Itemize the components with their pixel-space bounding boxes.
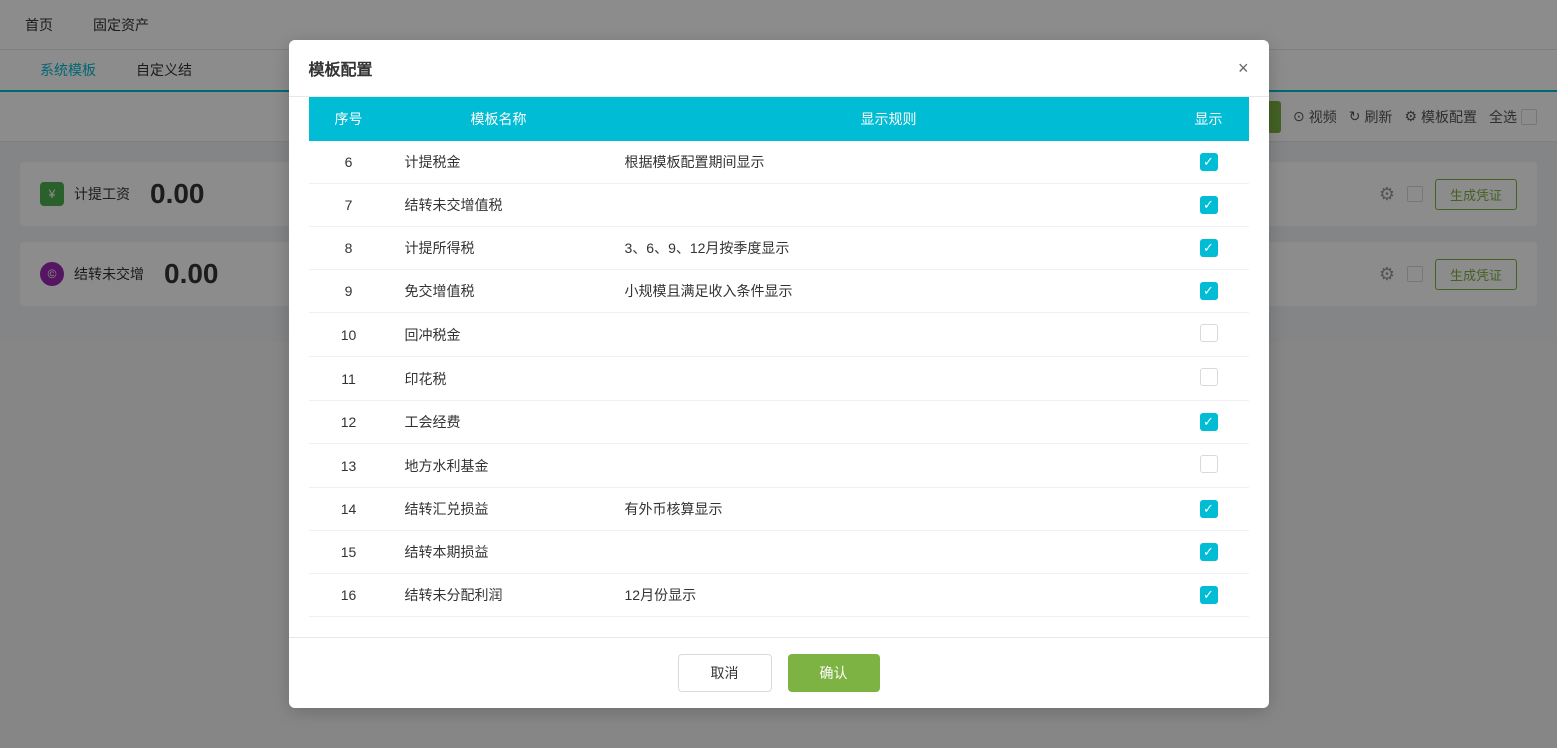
- cell-id: 6: [309, 141, 389, 184]
- cell-id: 13: [309, 444, 389, 488]
- table-row: 6计提税金根据模板配置期间显示 ✓: [309, 141, 1249, 184]
- checkbox-checked-15[interactable]: ✓: [1200, 543, 1218, 561]
- cell-id: 10: [309, 313, 389, 357]
- checkbox-checked-8[interactable]: ✓: [1200, 239, 1218, 257]
- table-row: 13地方水利基金: [309, 444, 1249, 488]
- cell-name: 计提税金: [389, 141, 609, 184]
- modal-title: 模板配置: [309, 56, 373, 80]
- cell-name: 结转未分配利润: [389, 574, 609, 617]
- cell-checkbox: ✓: [1169, 531, 1249, 574]
- cell-checkbox: ✓: [1169, 141, 1249, 184]
- modal: 模板配置 × 序号 模板名称 显示规则 显示 6计提税金根据模板配置期间显示✓7…: [289, 40, 1269, 708]
- modal-body: 序号 模板名称 显示规则 显示 6计提税金根据模板配置期间显示✓7结转未交增值税…: [289, 97, 1269, 637]
- cell-checkbox: ✓: [1169, 401, 1249, 444]
- cell-name: 工会经费: [389, 401, 609, 444]
- modal-header: 模板配置 ×: [289, 40, 1269, 97]
- checkbox-checked-12[interactable]: ✓: [1200, 413, 1218, 431]
- cell-rule: 有外币核算显示: [609, 488, 1169, 531]
- cell-rule: 3、6、9、12月按季度显示: [609, 227, 1169, 270]
- checkbox-unchecked-11[interactable]: [1200, 368, 1218, 386]
- cell-id: 15: [309, 531, 389, 574]
- cell-id: 16: [309, 574, 389, 617]
- config-table: 序号 模板名称 显示规则 显示 6计提税金根据模板配置期间显示✓7结转未交增值税…: [309, 97, 1249, 617]
- table-row: 14结转汇兑损益有外币核算显示 ✓: [309, 488, 1249, 531]
- cell-rule: 根据模板配置期间显示: [609, 141, 1169, 184]
- table-row: 9免交增值税小规模且满足收入条件显示 ✓: [309, 270, 1249, 313]
- col-header-name: 模板名称: [389, 97, 609, 141]
- cell-id: 14: [309, 488, 389, 531]
- cell-checkbox: ✓: [1169, 184, 1249, 227]
- cell-id: 11: [309, 357, 389, 401]
- cell-checkbox: ✓: [1169, 488, 1249, 531]
- cell-checkbox: ✓: [1169, 270, 1249, 313]
- cell-rule: [609, 184, 1169, 227]
- cell-name: 结转汇兑损益: [389, 488, 609, 531]
- cell-id: 7: [309, 184, 389, 227]
- checkbox-unchecked-10[interactable]: [1200, 324, 1218, 342]
- cell-name: 免交增值税: [389, 270, 609, 313]
- cell-rule: 小规模且满足收入条件显示: [609, 270, 1169, 313]
- cell-name: 计提所得税: [389, 227, 609, 270]
- cell-rule: 12月份显示: [609, 574, 1169, 617]
- cell-checkbox: [1169, 313, 1249, 357]
- cell-checkbox: [1169, 444, 1249, 488]
- cell-rule: [609, 531, 1169, 574]
- checkbox-unchecked-13[interactable]: [1200, 455, 1218, 473]
- table-row: 16结转未分配利润12月份显示 ✓: [309, 574, 1249, 617]
- cell-name: 回冲税金: [389, 313, 609, 357]
- col-header-id: 序号: [309, 97, 389, 141]
- cell-id: 8: [309, 227, 389, 270]
- cell-rule: [609, 401, 1169, 444]
- table-row: 15结转本期损益 ✓: [309, 531, 1249, 574]
- table-row: 7结转未交增值税 ✓: [309, 184, 1249, 227]
- checkbox-checked-14[interactable]: ✓: [1200, 500, 1218, 518]
- cancel-button[interactable]: 取消: [678, 654, 772, 692]
- checkbox-checked-6[interactable]: ✓: [1200, 153, 1218, 171]
- table-header: 序号 模板名称 显示规则 显示: [309, 97, 1249, 141]
- cell-checkbox: ✓: [1169, 574, 1249, 617]
- table-body: 6计提税金根据模板配置期间显示✓7结转未交增值税✓8计提所得税3、6、9、12月…: [309, 141, 1249, 617]
- cell-id: 12: [309, 401, 389, 444]
- col-header-display: 显示: [1169, 97, 1249, 141]
- modal-overlay: 模板配置 × 序号 模板名称 显示规则 显示 6计提税金根据模板配置期间显示✓7…: [0, 0, 1557, 748]
- cell-name: 结转本期损益: [389, 531, 609, 574]
- table-row: 11印花税: [309, 357, 1249, 401]
- cell-id: 9: [309, 270, 389, 313]
- modal-close-button[interactable]: ×: [1238, 58, 1249, 79]
- checkbox-checked-16[interactable]: ✓: [1200, 586, 1218, 604]
- cell-checkbox: ✓: [1169, 227, 1249, 270]
- cell-rule: [609, 357, 1169, 401]
- cell-rule: [609, 313, 1169, 357]
- checkbox-checked-7[interactable]: ✓: [1200, 196, 1218, 214]
- modal-footer: 取消 确认: [289, 637, 1269, 708]
- cell-rule: [609, 444, 1169, 488]
- cell-name: 印花税: [389, 357, 609, 401]
- table-row: 8计提所得税3、6、9、12月按季度显示 ✓: [309, 227, 1249, 270]
- table-row: 12工会经费 ✓: [309, 401, 1249, 444]
- cell-name: 地方水利基金: [389, 444, 609, 488]
- cell-checkbox: [1169, 357, 1249, 401]
- table-row: 10回冲税金: [309, 313, 1249, 357]
- col-header-rule: 显示规则: [609, 97, 1169, 141]
- confirm-button[interactable]: 确认: [788, 654, 880, 692]
- cell-name: 结转未交增值税: [389, 184, 609, 227]
- checkbox-checked-9[interactable]: ✓: [1200, 282, 1218, 300]
